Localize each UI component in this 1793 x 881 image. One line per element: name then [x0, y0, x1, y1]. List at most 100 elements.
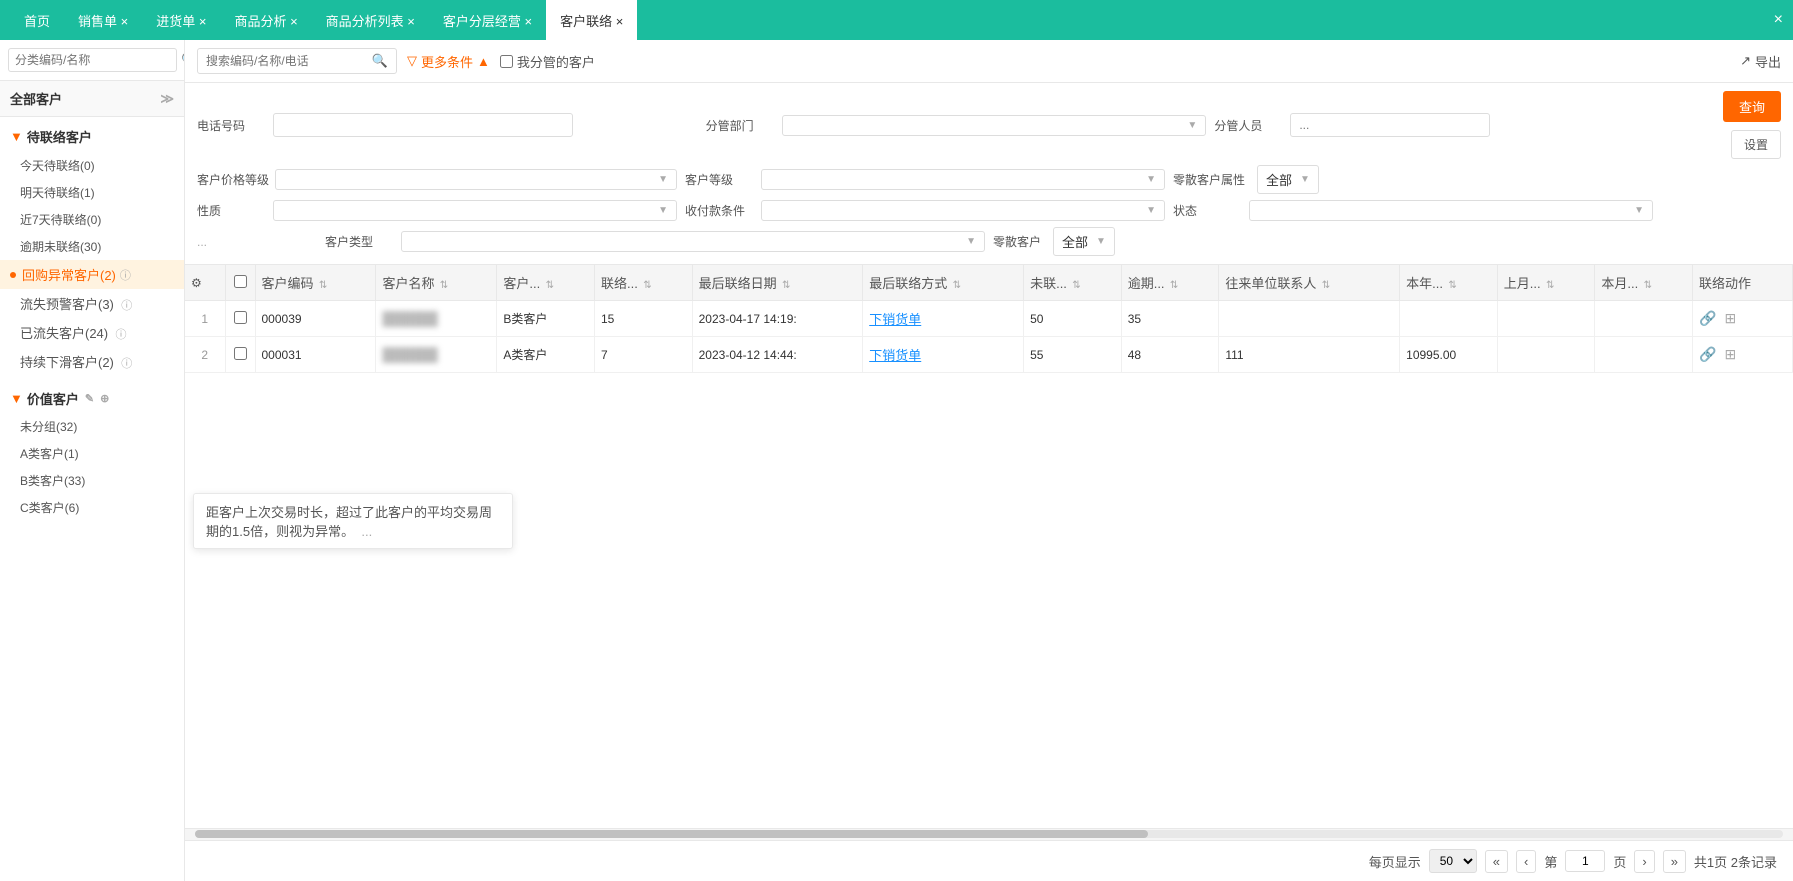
row1-link-icon[interactable]: 🔗	[1699, 310, 1716, 327]
col-last-date[interactable]: 最后联络日期 ⇅	[692, 265, 863, 301]
row2-checkbox	[225, 337, 255, 373]
select-all-checkbox[interactable]	[234, 275, 247, 288]
retail-attr-value: 全部	[1266, 170, 1292, 189]
main-search-input[interactable]	[206, 54, 372, 68]
status-select[interactable]: ▼	[1249, 200, 1653, 221]
continuous-down-info-icon[interactable]: ⓘ	[121, 358, 132, 370]
person-input[interactable]	[1290, 113, 1490, 137]
filter-row-4: ... 客户类型 ▼ 零散客户 全部 ▼	[197, 227, 1781, 256]
content-area: 🔍 ▽ 更多条件 ▲ 我分管的客户 ↗ 导出 电话号码	[185, 40, 1793, 881]
window-close-button[interactable]: ×	[1774, 11, 1783, 29]
row2-last-month	[1497, 337, 1595, 373]
row1-last-date: 2023-04-17 14:19:	[692, 301, 863, 337]
sidebar-item-repeat-abnormal[interactable]: 回购异常客户(2) ⓘ	[0, 260, 184, 289]
row1-code: 000039	[255, 301, 376, 337]
payment-select[interactable]: ▼	[761, 200, 1165, 221]
col-name[interactable]: 客户名称 ⇅	[376, 265, 497, 301]
nav-customer-tier[interactable]: 客户分层经营 ×	[429, 0, 546, 40]
row2-select-checkbox[interactable]	[234, 347, 247, 360]
sidebar-item-overdue[interactable]: 逾期未联络(30)	[0, 233, 184, 260]
retail-attr-arrow-icon: ▼	[1300, 174, 1310, 185]
nav-home[interactable]: 首页	[10, 0, 64, 40]
col-contact-count[interactable]: 联络... ⇅	[595, 265, 693, 301]
col-overdue[interactable]: 逾期... ⇅	[1121, 265, 1219, 301]
valor-edit-icon[interactable]: ✎	[85, 392, 94, 405]
col-gear[interactable]: ⚙	[185, 265, 225, 301]
my-customer-checkbox[interactable]	[500, 55, 513, 68]
first-page-button[interactable]: «	[1485, 850, 1508, 873]
last-page-button[interactable]: »	[1663, 850, 1686, 873]
col-contacts[interactable]: 往来单位联系人 ⇅	[1219, 265, 1400, 301]
row2-grid-icon[interactable]: ⊞	[1724, 346, 1736, 363]
horizontal-scrollbar[interactable]	[185, 828, 1793, 840]
valor-group-header[interactable]: ▼ 价值客户 ✎ ⊕	[0, 384, 184, 413]
row1-last-method: 下销货单	[863, 301, 1024, 337]
sidebar-search-input[interactable]	[8, 48, 177, 72]
col-code[interactable]: 客户编码 ⇅	[255, 265, 376, 301]
sidebar-item-7days[interactable]: 近7天待联络(0)	[0, 206, 184, 233]
next-page-button[interactable]: ›	[1634, 850, 1654, 873]
row1-grid-icon[interactable]: ⊞	[1724, 310, 1736, 327]
filter-actions: 查询 设置	[1723, 91, 1781, 159]
sidebar-collapse-icon[interactable]: ≫	[160, 91, 174, 107]
tooltip-text: 距客户上次交易时长，超过了此客户的平均交易周期的1.5倍，则视为异常。	[206, 505, 492, 539]
dept-select[interactable]: ▼	[782, 115, 1207, 136]
export-button[interactable]: ↗ 导出	[1740, 52, 1781, 71]
nav-product-analysis[interactable]: 商品分析 ×	[220, 0, 311, 40]
sidebar-item-lost-pre[interactable]: 流失预警客户(3) ⓘ	[0, 289, 184, 318]
nav-product-analysis-list[interactable]: 商品分析列表 ×	[312, 0, 429, 40]
repeat-abnormal-info-icon[interactable]: ⓘ	[120, 267, 131, 283]
pending-contact-header[interactable]: ▼ 待联络客户	[0, 121, 184, 152]
col-year-amount[interactable]: 本年... ⇅	[1400, 265, 1498, 301]
customer-level-select[interactable]: ▼	[761, 169, 1165, 190]
per-page-select[interactable]: 50	[1429, 849, 1477, 873]
col-this-month-label: 本月...	[1601, 276, 1638, 291]
dept-label: 分管部门	[706, 117, 776, 134]
col-this-month[interactable]: 本月... ⇅	[1595, 265, 1693, 301]
col-last-month[interactable]: 上月... ⇅	[1497, 265, 1595, 301]
filter-more-cell: ...	[197, 235, 317, 249]
row2-link-icon[interactable]: 🔗	[1699, 346, 1716, 363]
main-search-icon[interactable]: 🔍	[372, 53, 388, 69]
lost-pre-info-icon[interactable]: ⓘ	[121, 300, 132, 312]
phone-input[interactable]	[273, 113, 573, 137]
retail-customer-select[interactable]: 全部 ▼	[1053, 227, 1115, 256]
row1-last-method-link[interactable]: 下销货单	[869, 312, 921, 327]
sidebar-item-c-class[interactable]: C类客户(6)	[0, 494, 184, 521]
nav-customer-contact[interactable]: 客户联络 ×	[546, 0, 637, 40]
lost-info-icon[interactable]: ⓘ	[115, 329, 126, 341]
sidebar-item-b-class[interactable]: B类客户(33)	[0, 467, 184, 494]
query-button[interactable]: 查询	[1723, 91, 1781, 122]
row1-level: B类客户	[497, 301, 595, 337]
sidebar-item-tomorrow[interactable]: 明天待联络(1)	[0, 179, 184, 206]
retail-customer-arrow-icon: ▼	[1096, 236, 1106, 247]
col-overdue-sort-icon: ⇅	[1170, 280, 1178, 291]
gender-select[interactable]: ▼	[273, 200, 677, 221]
col-last-method[interactable]: 最后联络方式 ⇅	[863, 265, 1024, 301]
prev-page-button[interactable]: ‹	[1516, 850, 1536, 873]
col-uncontacted[interactable]: 未联... ⇅	[1024, 265, 1122, 301]
sidebar-item-a-class[interactable]: A类客户(1)	[0, 440, 184, 467]
sidebar-all-customers-title: 全部客户 ≫	[0, 81, 184, 117]
row1-select-checkbox[interactable]	[234, 311, 247, 324]
filter-status-cell: 状态 ▼	[1173, 200, 1653, 221]
sidebar-item-today[interactable]: 今天待联络(0)	[0, 152, 184, 179]
sidebar-item-ungroup[interactable]: 未分组(32)	[0, 413, 184, 440]
sidebar-item-lost[interactable]: 已流失客户(24) ⓘ	[0, 318, 184, 347]
nav-purchase[interactable]: 进货单 ×	[142, 0, 220, 40]
settings-button[interactable]: 设置	[1731, 130, 1781, 159]
row2-last-method-link[interactable]: 下销货单	[869, 348, 921, 363]
valor-add-icon[interactable]: ⊕	[100, 392, 109, 405]
nav-sales[interactable]: 销售单 ×	[64, 0, 142, 40]
col-level[interactable]: 客户... ⇅	[497, 265, 595, 301]
retail-attr-select[interactable]: 全部 ▼	[1257, 165, 1319, 194]
sidebar-item-continuous-down[interactable]: 持续下滑客户(2) ⓘ	[0, 347, 184, 376]
more-options-link[interactable]: ...	[197, 235, 207, 249]
price-level-select[interactable]: ▼	[275, 169, 677, 190]
row2-contact: 7	[595, 337, 693, 373]
more-conditions-button[interactable]: ▽ 更多条件 ▲	[407, 52, 490, 71]
customer-type-select[interactable]: ▼	[401, 231, 985, 252]
current-page-input[interactable]	[1565, 850, 1605, 872]
filter-payment-cell: 收付款条件 ▼	[685, 200, 1165, 221]
scrollbar-thumb[interactable]	[195, 830, 1148, 838]
